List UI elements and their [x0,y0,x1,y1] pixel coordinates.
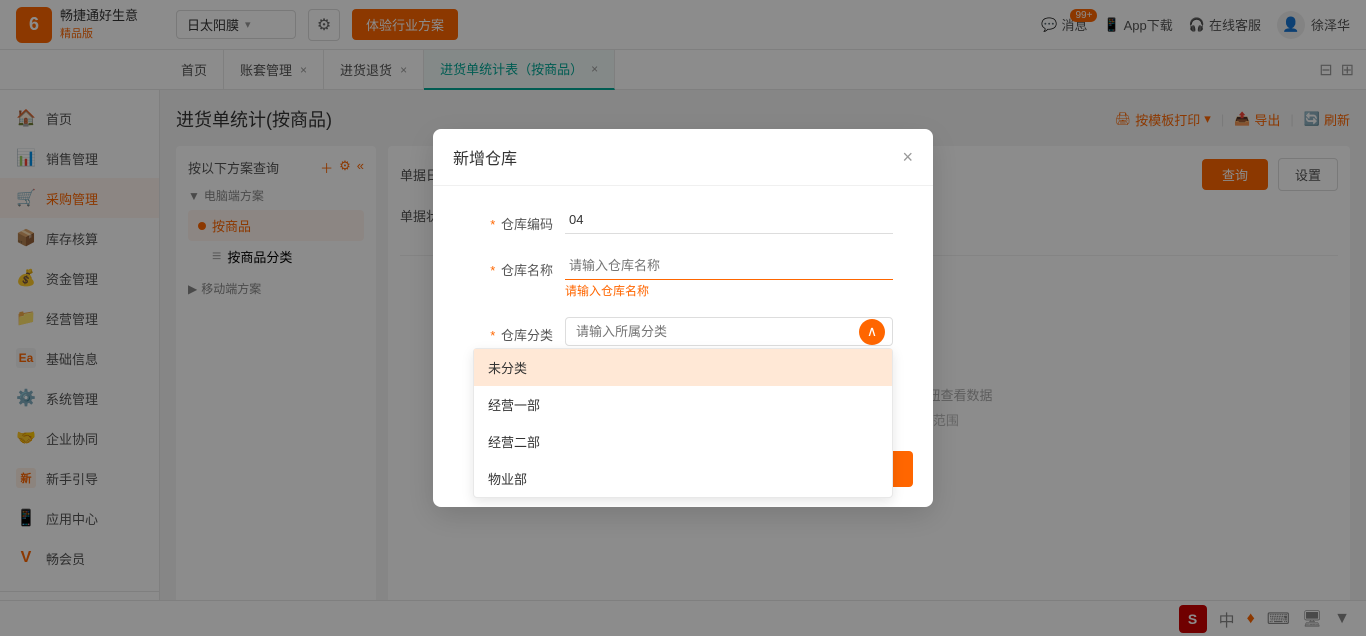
code-required-mark: * [490,217,495,232]
form-row-code: * 仓库编码 [473,206,893,234]
name-input[interactable] [565,252,893,280]
dialog-header: 新增仓库 × [433,129,933,186]
code-field-control [565,206,893,234]
category-label: * 仓库分类 [473,317,553,344]
category-input[interactable] [565,317,893,346]
category-input-wrap: ∧ [565,317,893,346]
form-row-name: * 仓库名称 请输入仓库名称 [473,252,893,299]
name-field-control: 请输入仓库名称 [565,252,893,299]
category-dropdown: 未分类 经营一部 经营二部 物业部 [473,348,893,498]
category-field-control: ∧ 未分类 经营一部 经营二部 物业部 [565,317,893,346]
category-arrow-icon[interactable]: ∧ [859,319,885,345]
dropdown-item-uncategorized[interactable]: 未分类 [474,349,892,386]
category-required-mark: * [490,328,495,343]
modal-overlay[interactable]: 新增仓库 × * 仓库编码 * 仓库名称 [0,0,1366,636]
name-label-text: 仓库名称 [501,263,553,278]
dialog-title: 新增仓库 [453,145,517,169]
name-error-text: 请输入仓库名称 [565,282,893,299]
dialog-body: * 仓库编码 * 仓库名称 请输入仓库名称 [433,186,933,439]
dropdown-item-ops2[interactable]: 经营二部 [474,423,892,460]
form-row-category: * 仓库分类 ∧ 未分类 经营一部 经营二部 物业部 [473,317,893,346]
code-label-text: 仓库编码 [501,217,553,232]
name-required-mark: * [490,263,495,278]
add-warehouse-dialog: 新增仓库 × * 仓库编码 * 仓库名称 [433,129,933,507]
dropdown-item-ops1[interactable]: 经营一部 [474,386,892,423]
code-input[interactable] [565,206,893,234]
name-label: * 仓库名称 [473,252,553,279]
category-label-text: 仓库分类 [501,328,553,343]
code-label: * 仓库编码 [473,206,553,233]
dialog-close-button[interactable]: × [902,147,913,168]
dropdown-item-property[interactable]: 物业部 [474,460,892,497]
